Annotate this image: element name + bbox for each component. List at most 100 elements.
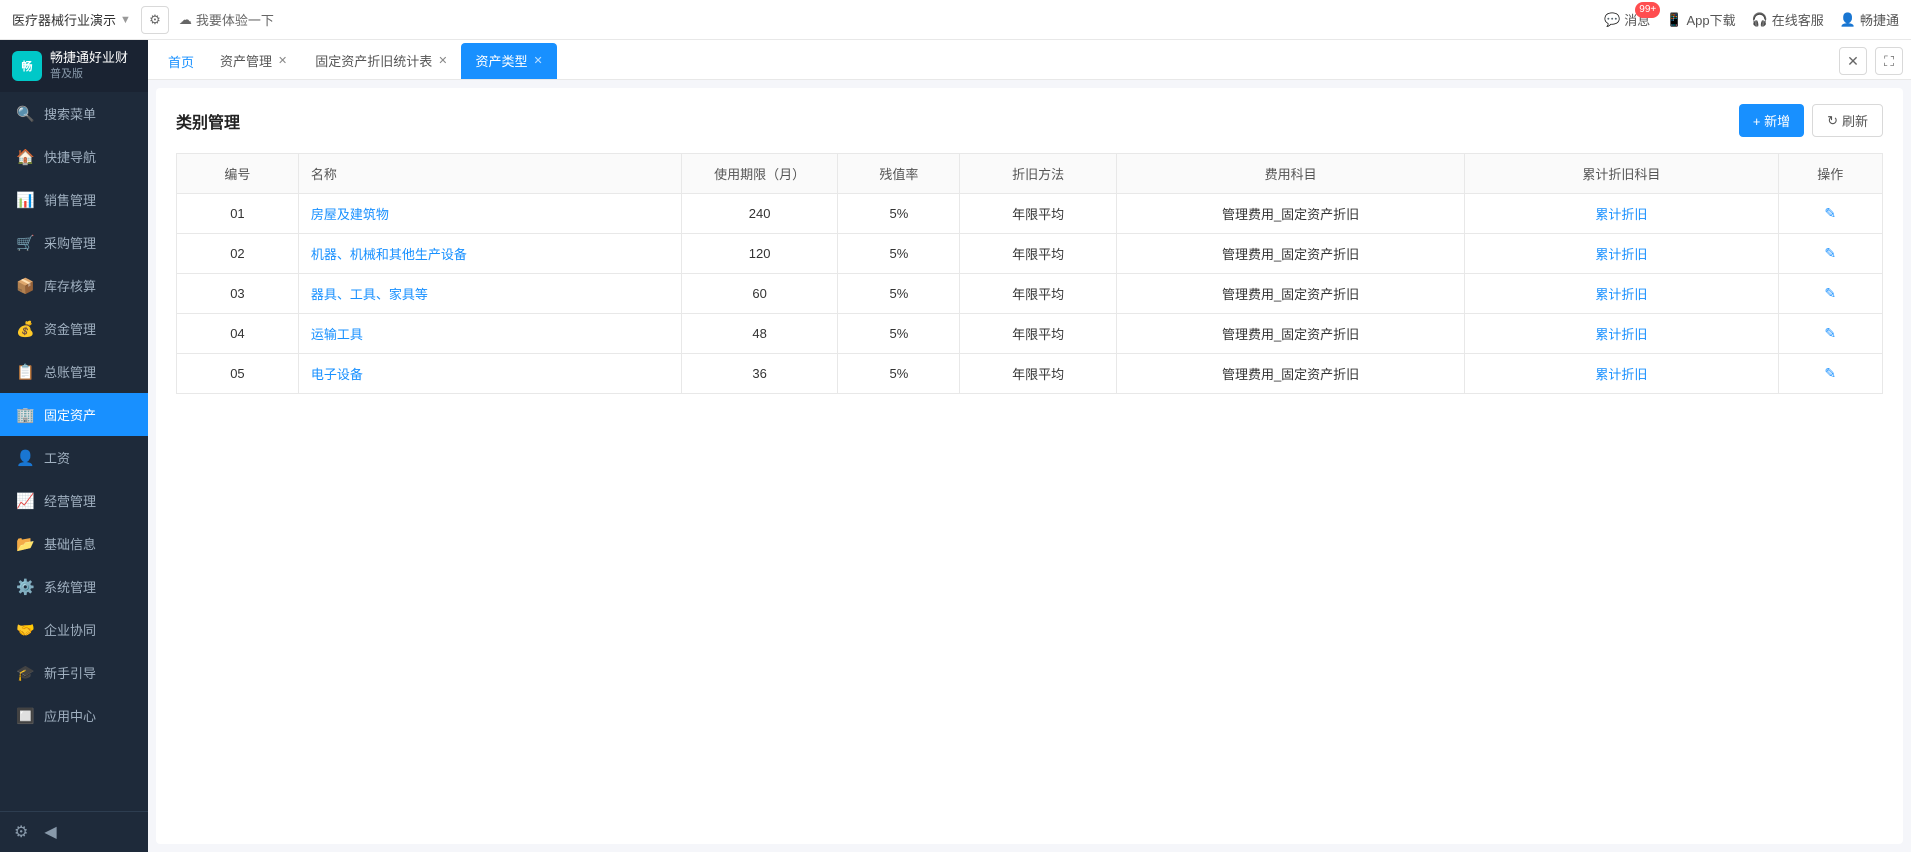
- tab-depreciation-report-close[interactable]: ✕: [438, 54, 447, 67]
- online-service-label: 在线客服: [1772, 10, 1824, 29]
- accum-link[interactable]: 累计折旧: [1595, 327, 1647, 342]
- sidebar-item-operations[interactable]: 📈 经营管理: [0, 479, 148, 522]
- sidebar-item-coop[interactable]: 🤝 企业协同: [0, 608, 148, 651]
- app-download-button[interactable]: 📱 App下载: [1666, 10, 1735, 29]
- online-service-button[interactable]: 🎧 在线客服: [1752, 10, 1824, 29]
- cell-accum: 累计折旧: [1465, 274, 1778, 314]
- category-table: 编号 名称 使用期限（月） 残值率 折旧方法 费用科目 累计折旧科目 操作 01…: [176, 153, 1883, 394]
- sidebar-collapse-button[interactable]: ◀: [44, 822, 56, 842]
- sidebar-item-system[interactable]: ⚙️ 系统管理: [0, 565, 148, 608]
- page-header: 类别管理 + 新增 ↻ 刷新: [176, 104, 1883, 137]
- sidebar-item-ledger[interactable]: 📋 总账管理: [0, 350, 148, 393]
- sidebar-item-inventory[interactable]: 📦 库存核算: [0, 264, 148, 307]
- sidebar-item-label: 采购管理: [44, 233, 96, 252]
- tab-home-label: 首页: [168, 52, 194, 71]
- th-method: 折旧方法: [960, 154, 1117, 194]
- tab-home[interactable]: 首页: [156, 43, 206, 79]
- sidebar-item-label: 搜索菜单: [44, 104, 96, 123]
- edit-button[interactable]: ✎: [1824, 365, 1836, 381]
- accum-link[interactable]: 累计折旧: [1595, 367, 1647, 382]
- top-bar: 医疗器械行业演示 ▼ ⚙ ☁ 我要体验一下 💬 消息 99+ 📱 App下载 🎧…: [0, 0, 1911, 40]
- experience-button[interactable]: ☁ 我要体验一下: [179, 10, 274, 29]
- tab-asset-mgmt[interactable]: 资产管理 ✕: [206, 43, 301, 79]
- edit-button[interactable]: ✎: [1824, 245, 1836, 261]
- sidebar-item-guide[interactable]: 🎓 新手引导: [0, 651, 148, 694]
- sidebar-item-label: 工资: [44, 448, 70, 467]
- message-button[interactable]: 💬 消息 99+: [1604, 10, 1650, 29]
- tab-asset-type[interactable]: 资产类型 ✕: [461, 43, 556, 79]
- name-link[interactable]: 电子设备: [311, 367, 363, 382]
- table-row: 03 器具、工具、家具等 60 5% 年限平均 管理费用_固定资产折旧 累计折旧…: [177, 274, 1883, 314]
- sidebar-item-search[interactable]: 🔍 搜索菜单: [0, 92, 148, 135]
- table-row: 05 电子设备 36 5% 年限平均 管理费用_固定资产折旧 累计折旧 ✎: [177, 354, 1883, 394]
- name-link[interactable]: 运输工具: [311, 327, 363, 342]
- sidebar-item-label: 经营管理: [44, 491, 96, 510]
- sales-icon: 📊: [16, 191, 34, 209]
- sidebar-item-label: 销售管理: [44, 190, 96, 209]
- user-button[interactable]: 👤 畅捷通: [1840, 10, 1899, 29]
- cell-period: 48: [681, 314, 838, 354]
- cell-code: 02: [177, 234, 299, 274]
- edit-button[interactable]: ✎: [1824, 205, 1836, 221]
- tab-depreciation-report-label: 固定资产折旧统计表: [315, 51, 432, 70]
- sidebar-item-label: 基础信息: [44, 534, 96, 553]
- sidebar-item-app-center[interactable]: 🔲 应用中心: [0, 694, 148, 737]
- search-icon: 🔍: [16, 105, 34, 123]
- tab-asset-mgmt-close[interactable]: ✕: [278, 54, 287, 67]
- cell-residual: 5%: [838, 194, 960, 234]
- cell-action: ✎: [1778, 274, 1883, 314]
- cell-residual: 5%: [838, 234, 960, 274]
- sidebar-item-purchase[interactable]: 🛒 采购管理: [0, 221, 148, 264]
- tab-expand-button[interactable]: ⛶: [1875, 47, 1903, 75]
- header-actions: + 新增 ↻ 刷新: [1739, 104, 1883, 137]
- message-badge: 99+: [1635, 2, 1660, 18]
- sidebar-item-base-info[interactable]: 📂 基础信息: [0, 522, 148, 565]
- accum-link[interactable]: 累计折旧: [1595, 287, 1647, 302]
- table-header-row: 编号 名称 使用期限（月） 残值率 折旧方法 费用科目 累计折旧科目 操作: [177, 154, 1883, 194]
- demo-name: 医疗器械行业演示: [12, 10, 116, 29]
- tab-bar: 首页 资产管理 ✕ 固定资产折旧统计表 ✕ 资产类型 ✕ ✕ ⛶: [148, 40, 1911, 80]
- sidebar-item-payroll[interactable]: 👤 工资: [0, 436, 148, 479]
- page-content: 类别管理 + 新增 ↻ 刷新 编号 名称 使用期限（月） 残值率: [156, 88, 1903, 844]
- name-link[interactable]: 器具、工具、家具等: [311, 287, 428, 302]
- app-center-icon: 🔲: [16, 707, 34, 725]
- sidebar-settings-button[interactable]: ⚙: [14, 822, 28, 842]
- sidebar-item-label: 新手引导: [44, 663, 96, 682]
- refresh-button[interactable]: ↻ 刷新: [1812, 104, 1883, 137]
- cell-method: 年限平均: [960, 194, 1117, 234]
- tab-close-button[interactable]: ✕: [1839, 47, 1867, 75]
- name-link[interactable]: 机器、机械和其他生产设备: [311, 247, 467, 262]
- sidebar-item-fixed-assets[interactable]: 🏢 固定资产: [0, 393, 148, 436]
- app-edition: 普及版: [50, 67, 128, 81]
- name-link[interactable]: 房屋及建筑物: [311, 207, 389, 222]
- cell-name: 机器、机械和其他生产设备: [298, 234, 681, 274]
- demo-selector[interactable]: 医疗器械行业演示 ▼: [12, 10, 131, 29]
- username-label: 畅捷通: [1860, 10, 1899, 29]
- accum-link[interactable]: 累计折旧: [1595, 247, 1647, 262]
- inventory-icon: 📦: [16, 277, 34, 295]
- tab-asset-type-label: 资产类型: [475, 51, 527, 70]
- sidebar-item-label: 应用中心: [44, 706, 96, 725]
- sidebar-item-sales[interactable]: 📊 销售管理: [0, 178, 148, 221]
- sidebar-item-label: 企业协同: [44, 620, 96, 639]
- tab-asset-type-close[interactable]: ✕: [534, 54, 543, 67]
- sidebar: 畅 畅捷通好业财 普及版 🔍 搜索菜单 🏠 快捷导航 📊 销售管理 🛒 采购管理…: [0, 40, 148, 852]
- edit-button[interactable]: ✎: [1824, 325, 1836, 341]
- sidebar-item-quick-nav[interactable]: 🏠 快捷导航: [0, 135, 148, 178]
- th-period: 使用期限（月）: [681, 154, 838, 194]
- sidebar-item-label: 快捷导航: [44, 147, 96, 166]
- settings-gear-button[interactable]: ⚙: [141, 6, 169, 34]
- home-icon: 🏠: [16, 148, 34, 166]
- tabs-right: ✕ ⛶: [1839, 47, 1903, 79]
- tab-depreciation-report[interactable]: 固定资产折旧统计表 ✕: [301, 43, 461, 79]
- sidebar-item-label: 总账管理: [44, 362, 96, 381]
- accum-link[interactable]: 累计折旧: [1595, 207, 1647, 222]
- cell-accum: 累计折旧: [1465, 194, 1778, 234]
- th-action: 操作: [1778, 154, 1883, 194]
- sidebar-item-capital[interactable]: 💰 资金管理: [0, 307, 148, 350]
- message-icon: 💬: [1604, 12, 1620, 28]
- cell-expense: 管理费用_固定资产折旧: [1117, 274, 1465, 314]
- edit-button[interactable]: ✎: [1824, 285, 1836, 301]
- new-button[interactable]: + 新增: [1739, 104, 1804, 137]
- cell-period: 36: [681, 354, 838, 394]
